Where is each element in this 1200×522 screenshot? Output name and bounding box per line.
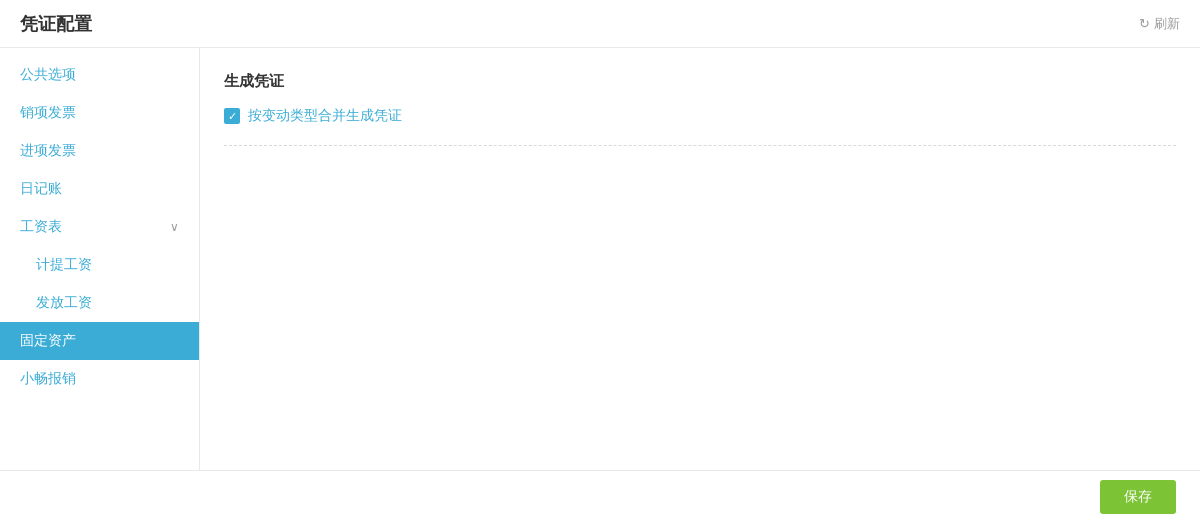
sidebar-item-pay-salary[interactable]: 发放工资 [0, 284, 199, 322]
save-button[interactable]: 保存 [1100, 480, 1176, 514]
sidebar-item-label: 固定资产 [20, 332, 76, 350]
sidebar-item-journal[interactable]: 日记账 [0, 170, 199, 208]
sidebar: 公共选项销项发票进项发票日记账工资表 ∨ 计提工资发放工资固定资产小畅报销 [0, 48, 200, 470]
sidebar-item-label: 公共选项 [20, 66, 76, 84]
section-title: 生成凭证 [224, 72, 1176, 91]
refresh-button[interactable]: ↻ 刷新 [1139, 15, 1180, 33]
sidebar-item-sales-invoice[interactable]: 销项发票 [0, 94, 199, 132]
sidebar-item-accrual-salary[interactable]: 计提工资 [0, 246, 199, 284]
body: 公共选项销项发票进项发票日记账工资表 ∨ 计提工资发放工资固定资产小畅报销 生成凭证… [0, 48, 1200, 470]
merge-checkbox[interactable]: ✓ [224, 108, 240, 124]
checkbox-label[interactable]: 按变动类型合并生成凭证 [248, 107, 402, 125]
refresh-icon: ↻ [1139, 16, 1150, 31]
sidebar-item-public[interactable]: 公共选项 [0, 56, 199, 94]
sidebar-item-fixed-assets[interactable]: 固定资产 [0, 322, 199, 360]
main-content: 生成凭证 ✓ 按变动类型合并生成凭证 [200, 48, 1200, 470]
sidebar-item-label: 发放工资 [36, 294, 92, 310]
sidebar-item-label: 销项发票 [20, 104, 76, 122]
sidebar-item-label: 日记账 [20, 180, 62, 198]
check-mark-icon: ✓ [228, 111, 237, 122]
sidebar-item-payroll[interactable]: 工资表 ∨ [0, 208, 199, 246]
sidebar-item-label: 进项发票 [20, 142, 76, 160]
sidebar-item-expense-report[interactable]: 小畅报销 [0, 360, 199, 398]
sidebar-item-label: 计提工资 [36, 256, 92, 272]
header: 凭证配置 ↻ 刷新 [0, 0, 1200, 48]
chevron-down-icon: ∨ [170, 220, 179, 234]
footer: 保存 [0, 470, 1200, 522]
section-divider [224, 145, 1176, 146]
page-title: 凭证配置 [20, 12, 92, 36]
checkbox-row: ✓ 按变动类型合并生成凭证 [224, 107, 1176, 125]
sidebar-item-label: 小畅报销 [20, 370, 76, 388]
sidebar-item-purchase-invoice[interactable]: 进项发票 [0, 132, 199, 170]
sidebar-item-label: 工资表 [20, 218, 62, 236]
refresh-label: 刷新 [1154, 15, 1180, 33]
page-wrapper: 凭证配置 ↻ 刷新 公共选项销项发票进项发票日记账工资表 ∨ 计提工资发放工资固定资… [0, 0, 1200, 522]
